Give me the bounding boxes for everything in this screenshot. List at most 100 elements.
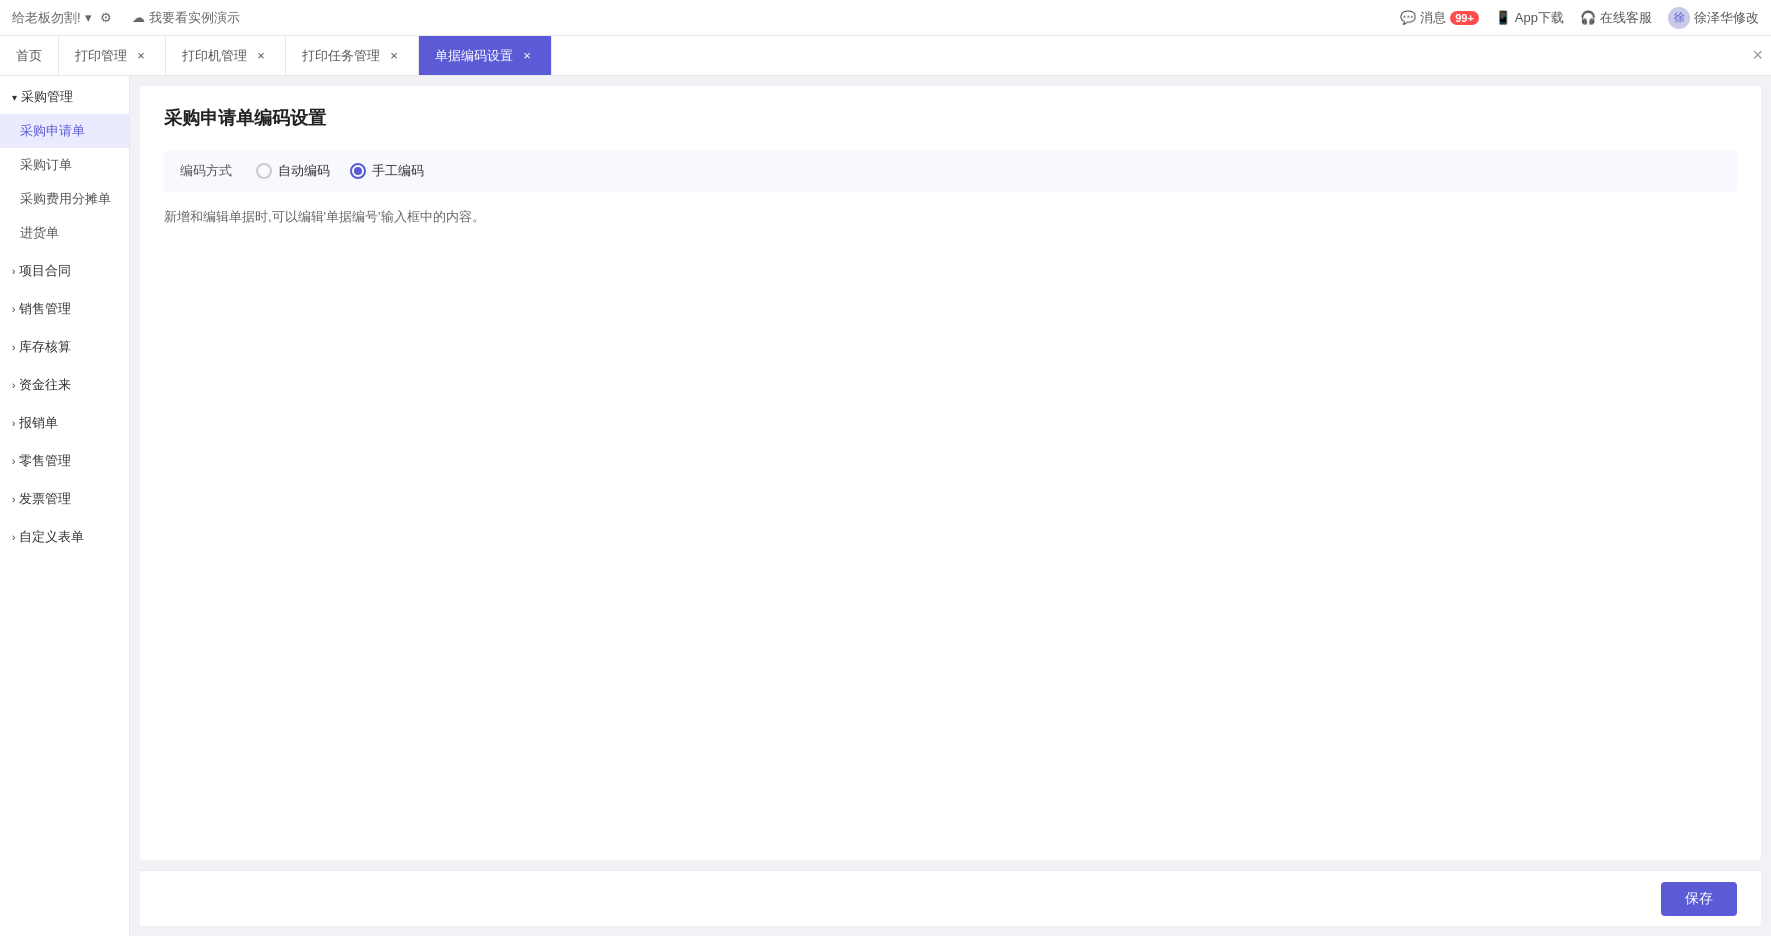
tab-printer-management[interactable]: 打印机管理 × bbox=[166, 36, 286, 75]
radio-group: 自动编码 手工编码 bbox=[256, 162, 424, 180]
sidebar-group-procurement-label: 采购管理 bbox=[21, 88, 73, 106]
dropdown-icon[interactable]: ▾ bbox=[85, 10, 92, 25]
avatar-icon: 徐 bbox=[1668, 7, 1690, 29]
message-button[interactable]: 💬 消息 99+ bbox=[1400, 9, 1479, 27]
radio-auto-circle bbox=[256, 163, 272, 179]
save-button[interactable]: 保存 bbox=[1661, 882, 1737, 916]
sidebar-group-sales-label: 销售管理 bbox=[19, 300, 71, 318]
logo-area: 给老板勿割! ▾ ⚙ bbox=[12, 9, 112, 27]
tab-bar: 首页 打印管理 × 打印机管理 × 打印任务管理 × 单据编码设置 × × bbox=[0, 36, 1771, 76]
top-bar-left: 给老板勿割! ▾ ⚙ ☁ 我要看实例演示 bbox=[12, 9, 240, 27]
tab-printer-management-label: 打印机管理 bbox=[182, 47, 247, 65]
sidebar-group-contract-label: 项目合同 bbox=[19, 262, 71, 280]
main-content: 采购申请单编码设置 编码方式 自动编码 手工编码 新增和编辑单据时,可以编辑'单… bbox=[130, 76, 1771, 936]
user-name: 徐泽华修改 bbox=[1694, 9, 1759, 27]
expand-icon-sales: › bbox=[12, 304, 15, 315]
tab-home-label: 首页 bbox=[16, 47, 42, 65]
sidebar: ▾ 采购管理 采购申请单 采购订单 采购费用分摊单 进货单 › 项目合同 bbox=[0, 76, 130, 936]
sidebar-group-custom-form: › 自定义表单 bbox=[0, 520, 129, 554]
demo-text: 我要看实例演示 bbox=[149, 9, 240, 27]
tab-print-management-close[interactable]: × bbox=[133, 48, 149, 64]
sidebar-group-contract-title[interactable]: › 项目合同 bbox=[0, 254, 129, 288]
tab-barcode-settings-close[interactable]: × bbox=[519, 48, 535, 64]
sidebar-group-inventory-label: 库存核算 bbox=[19, 338, 71, 356]
sidebar-item-purchase-receipt[interactable]: 进货单 bbox=[0, 216, 129, 250]
sidebar-group-contract: › 项目合同 bbox=[0, 254, 129, 288]
app-download-button[interactable]: 📱 App下载 bbox=[1495, 9, 1564, 27]
encode-method-section: 编码方式 自动编码 手工编码 bbox=[164, 150, 1737, 192]
sidebar-group-custom-form-label: 自定义表单 bbox=[19, 528, 84, 546]
radio-manual[interactable]: 手工编码 bbox=[350, 162, 424, 180]
radio-auto[interactable]: 自动编码 bbox=[256, 162, 330, 180]
expand-icon-contract: › bbox=[12, 266, 15, 277]
tab-barcode-settings[interactable]: 单据编码设置 × bbox=[419, 36, 552, 75]
expand-icon-expense: › bbox=[12, 418, 15, 429]
app-download-label: App下载 bbox=[1515, 9, 1564, 27]
user-menu-button[interactable]: 徐 徐泽华修改 bbox=[1668, 7, 1759, 29]
sidebar-group-expense: › 报销单 bbox=[0, 406, 129, 440]
demo-area[interactable]: ☁ 我要看实例演示 bbox=[132, 9, 240, 27]
tab-barcode-settings-label: 单据编码设置 bbox=[435, 47, 513, 65]
tab-print-task[interactable]: 打印任务管理 × bbox=[286, 36, 419, 75]
cloud-icon: ☁ bbox=[132, 10, 145, 25]
radio-manual-circle bbox=[350, 163, 366, 179]
tab-print-management[interactable]: 打印管理 × bbox=[59, 36, 166, 75]
sidebar-item-purchase-order-label: 采购订单 bbox=[20, 157, 72, 172]
tab-printer-management-close[interactable]: × bbox=[253, 48, 269, 64]
headset-icon: 🎧 bbox=[1580, 10, 1596, 25]
sidebar-group-invoice-title[interactable]: › 发票管理 bbox=[0, 482, 129, 516]
sidebar-group-retail: › 零售管理 bbox=[0, 444, 129, 478]
sidebar-group-capital-label: 资金往来 bbox=[19, 376, 71, 394]
tab-print-task-label: 打印任务管理 bbox=[302, 47, 380, 65]
sidebar-group-sales: › 销售管理 bbox=[0, 292, 129, 326]
sidebar-group-invoice-label: 发票管理 bbox=[19, 490, 71, 508]
sidebar-group-inventory: › 库存核算 bbox=[0, 330, 129, 364]
sidebar-item-purchase-request[interactable]: 采购申请单 bbox=[0, 114, 129, 148]
expand-icon-capital: › bbox=[12, 380, 15, 391]
message-badge: 99+ bbox=[1450, 11, 1479, 25]
message-icon: 💬 bbox=[1400, 10, 1416, 25]
sidebar-group-expense-title[interactable]: › 报销单 bbox=[0, 406, 129, 440]
message-label: 消息 bbox=[1420, 9, 1446, 27]
online-service-label: 在线客服 bbox=[1600, 9, 1652, 27]
sidebar-item-purchase-expense-label: 采购费用分摊单 bbox=[20, 191, 111, 206]
main-layout: ▾ 采购管理 采购申请单 采购订单 采购费用分摊单 进货单 › 项目合同 bbox=[0, 76, 1771, 936]
bottom-bar: 保存 bbox=[140, 870, 1761, 926]
sidebar-group-procurement-title[interactable]: ▾ 采购管理 bbox=[0, 80, 129, 114]
sidebar-group-capital: › 资金往来 bbox=[0, 368, 129, 402]
expand-icon-retail: › bbox=[12, 456, 15, 467]
tab-print-management-label: 打印管理 bbox=[75, 47, 127, 65]
sidebar-item-purchase-expense[interactable]: 采购费用分摊单 bbox=[0, 182, 129, 216]
radio-auto-label: 自动编码 bbox=[278, 162, 330, 180]
online-service-button[interactable]: 🎧 在线客服 bbox=[1580, 9, 1652, 27]
sidebar-item-purchase-request-label: 采购申请单 bbox=[20, 123, 85, 138]
collapse-icon: ▾ bbox=[12, 92, 17, 103]
tab-home[interactable]: 首页 bbox=[0, 36, 59, 75]
hint-text: 新增和编辑单据时,可以编辑'单据编号'输入框中的内容。 bbox=[164, 208, 1737, 226]
top-bar-right: 💬 消息 99+ 📱 App下载 🎧 在线客服 徐 徐泽华修改 bbox=[1400, 7, 1759, 29]
sidebar-group-retail-title[interactable]: › 零售管理 bbox=[0, 444, 129, 478]
sidebar-item-purchase-order[interactable]: 采购订单 bbox=[0, 148, 129, 182]
sidebar-group-capital-title[interactable]: › 资金往来 bbox=[0, 368, 129, 402]
tab-print-task-close[interactable]: × bbox=[386, 48, 402, 64]
tab-bar-spacer: × bbox=[552, 36, 1771, 75]
settings-icon[interactable]: ⚙ bbox=[100, 10, 112, 25]
sidebar-group-inventory-title[interactable]: › 库存核算 bbox=[0, 330, 129, 364]
sidebar-group-procurement: ▾ 采购管理 采购申请单 采购订单 采购费用分摊单 进货单 bbox=[0, 80, 129, 250]
logo-text: 给老板勿割! bbox=[12, 9, 81, 27]
top-bar: 给老板勿割! ▾ ⚙ ☁ 我要看实例演示 💬 消息 99+ 📱 App下载 🎧 … bbox=[0, 0, 1771, 36]
sidebar-group-expense-label: 报销单 bbox=[19, 414, 58, 432]
page-title: 采购申请单编码设置 bbox=[164, 106, 1737, 130]
sidebar-group-invoice: › 发票管理 bbox=[0, 482, 129, 516]
sidebar-group-sales-title[interactable]: › 销售管理 bbox=[0, 292, 129, 326]
content-area: 采购申请单编码设置 编码方式 自动编码 手工编码 新增和编辑单据时,可以编辑'单… bbox=[140, 86, 1761, 860]
mobile-icon: 📱 bbox=[1495, 10, 1511, 25]
expand-icon-custom-form: › bbox=[12, 532, 15, 543]
expand-icon-inventory: › bbox=[12, 342, 15, 353]
close-all-icon[interactable]: × bbox=[1752, 45, 1763, 66]
encode-method-label: 编码方式 bbox=[180, 162, 232, 180]
sidebar-group-retail-label: 零售管理 bbox=[19, 452, 71, 470]
sidebar-item-purchase-receipt-label: 进货单 bbox=[20, 225, 59, 240]
sidebar-group-custom-form-title[interactable]: › 自定义表单 bbox=[0, 520, 129, 554]
expand-icon-invoice: › bbox=[12, 494, 15, 505]
